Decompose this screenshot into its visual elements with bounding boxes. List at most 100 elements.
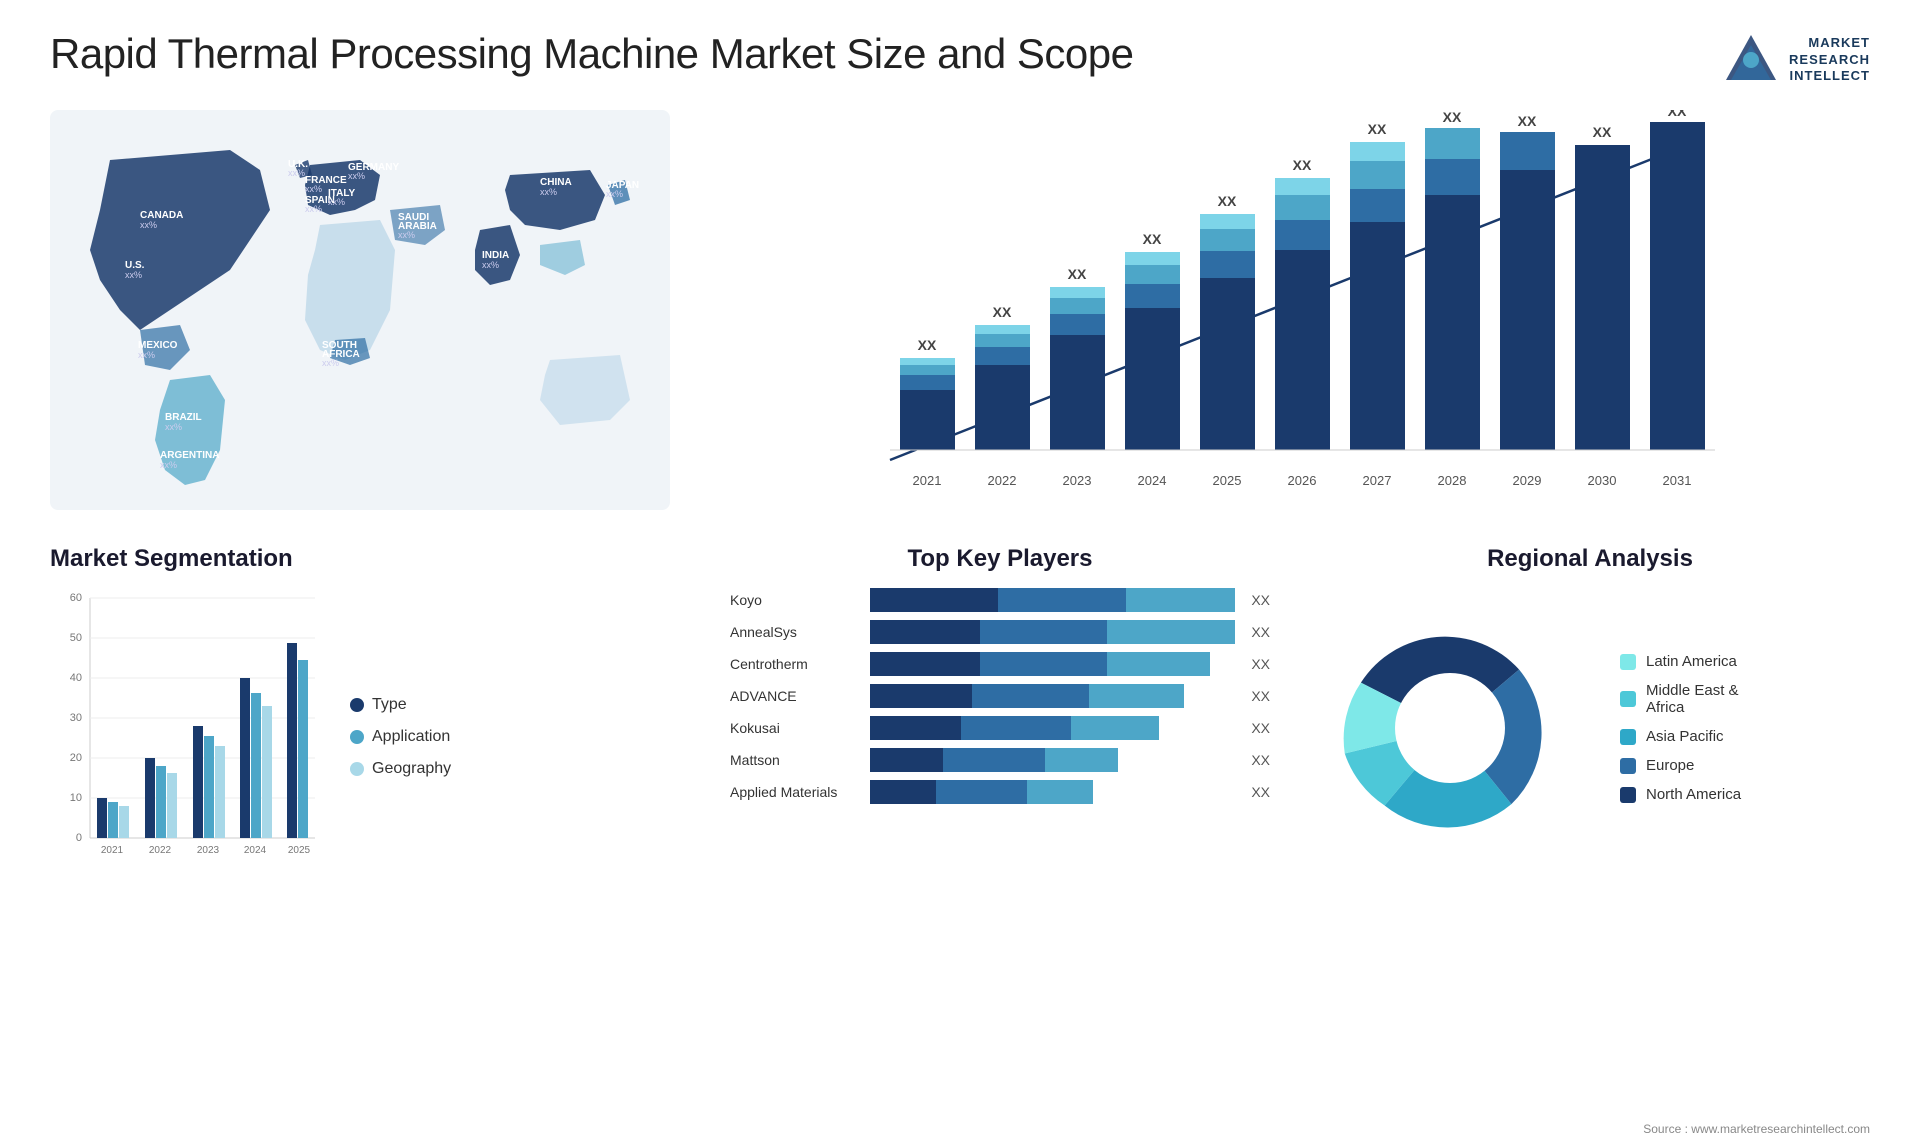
legend-dot-application bbox=[350, 730, 364, 744]
svg-text:xx%: xx% bbox=[540, 187, 557, 197]
regional-legend-dot-apac bbox=[1620, 729, 1636, 745]
svg-text:xx%: xx% bbox=[160, 460, 177, 470]
svg-text:2031: 2031 bbox=[1663, 473, 1692, 488]
regional-legend-dot-mea bbox=[1620, 691, 1636, 707]
bar-chart-svg: XX 2021 XX 2022 XX 2023 bbox=[690, 110, 1870, 510]
svg-text:2025: 2025 bbox=[288, 845, 311, 856]
svg-text:2029: 2029 bbox=[1513, 473, 1542, 488]
player-row-advance: ADVANCE XX bbox=[730, 684, 1270, 708]
legend-item-application: Application bbox=[350, 728, 490, 746]
player-bar-centrotherm bbox=[870, 652, 1235, 676]
svg-text:2022: 2022 bbox=[149, 845, 172, 856]
player-value-centrotherm: XX bbox=[1251, 656, 1270, 672]
regional-legend-label-mea: Middle East &Africa bbox=[1646, 682, 1739, 716]
svg-text:2028: 2028 bbox=[1438, 473, 1467, 488]
svg-text:xx%: xx% bbox=[125, 270, 142, 280]
svg-text:xx%: xx% bbox=[165, 422, 182, 432]
regional-legend-item-na: North America bbox=[1620, 786, 1741, 803]
page-title: Rapid Thermal Processing Machine Market … bbox=[50, 30, 1133, 78]
svg-text:xx%: xx% bbox=[322, 358, 339, 368]
regional-legend-item-europe: Europe bbox=[1620, 757, 1741, 774]
svg-text:2026: 2026 bbox=[1288, 473, 1317, 488]
svg-text:XX: XX bbox=[1218, 193, 1237, 209]
player-name-mattson: Mattson bbox=[730, 752, 860, 768]
svg-text:XX: XX bbox=[918, 337, 937, 353]
regional-legend-dot-na bbox=[1620, 787, 1636, 803]
svg-text:2030: 2030 bbox=[1588, 473, 1617, 488]
regional-legend-label-apac: Asia Pacific bbox=[1646, 728, 1724, 745]
regional-legend-dot-latin bbox=[1620, 654, 1636, 670]
player-name-kokusai: Kokusai bbox=[730, 720, 860, 736]
svg-text:30: 30 bbox=[70, 712, 82, 724]
bottom-row: Market Segmentation 0 10 20 30 40 5 bbox=[50, 545, 1870, 893]
seg-chart-container: 0 10 20 30 40 50 60 bbox=[50, 588, 330, 886]
segmentation-title: Market Segmentation bbox=[50, 545, 690, 573]
svg-text:XX: XX bbox=[1443, 110, 1462, 125]
player-value-applied-materials: XX bbox=[1251, 784, 1270, 800]
player-row-mattson: Mattson XX bbox=[730, 748, 1270, 772]
player-name-advance: ADVANCE bbox=[730, 688, 860, 704]
svg-text:xx%: xx% bbox=[305, 184, 322, 194]
player-bar-advance bbox=[870, 684, 1235, 708]
svg-text:2023: 2023 bbox=[197, 845, 220, 856]
svg-text:20: 20 bbox=[70, 752, 82, 764]
svg-text:XX: XX bbox=[1368, 121, 1387, 137]
player-row-koyo: Koyo XX bbox=[730, 588, 1270, 612]
player-value-koyo: XX bbox=[1251, 592, 1270, 608]
player-row-centrotherm: Centrotherm XX bbox=[730, 652, 1270, 676]
players-list: Koyo XX AnnealSys XX bbox=[730, 588, 1270, 804]
svg-text:2023: 2023 bbox=[1063, 473, 1092, 488]
svg-text:XX: XX bbox=[1293, 157, 1312, 173]
svg-text:2022: 2022 bbox=[988, 473, 1017, 488]
player-bar-mattson bbox=[870, 748, 1235, 772]
svg-text:0: 0 bbox=[76, 832, 82, 844]
svg-text:xx%: xx% bbox=[606, 189, 623, 199]
player-bar-annealsys bbox=[870, 620, 1235, 644]
svg-text:XX: XX bbox=[1518, 113, 1537, 129]
player-row-applied-materials: Applied Materials XX bbox=[730, 780, 1270, 804]
svg-text:2024: 2024 bbox=[1138, 473, 1167, 488]
svg-text:XX: XX bbox=[1068, 266, 1087, 282]
logo-text: MARKET RESEARCH INTELLECT bbox=[1789, 35, 1870, 86]
regional-inner: Latin America Middle East &Africa Asia P… bbox=[1310, 588, 1870, 868]
regional-title: Regional Analysis bbox=[1310, 545, 1870, 573]
svg-text:XX: XX bbox=[1143, 231, 1162, 247]
header: Rapid Thermal Processing Machine Market … bbox=[50, 30, 1870, 90]
svg-text:40: 40 bbox=[70, 672, 82, 684]
player-value-kokusai: XX bbox=[1251, 720, 1270, 736]
svg-text:xx%: xx% bbox=[328, 197, 345, 207]
donut-svg bbox=[1310, 588, 1590, 868]
regional-legend-label-latin: Latin America bbox=[1646, 653, 1737, 670]
svg-text:2021: 2021 bbox=[101, 845, 124, 856]
regional-legend: Latin America Middle East &Africa Asia P… bbox=[1620, 653, 1741, 803]
key-players-section: Top Key Players Koyo XX AnnealSys bbox=[710, 545, 1290, 893]
world-map-svg: CANADA xx% U.S. xx% MEXICO xx% BRAZIL xx… bbox=[50, 110, 670, 510]
svg-text:2027: 2027 bbox=[1363, 473, 1392, 488]
regional-legend-item-latin: Latin America bbox=[1620, 653, 1741, 670]
regional-legend-label-na: North America bbox=[1646, 786, 1741, 803]
legend-item-type: Type bbox=[350, 696, 490, 714]
svg-text:xx%: xx% bbox=[348, 171, 365, 181]
player-value-annealsys: XX bbox=[1251, 624, 1270, 640]
legend-item-geography: Geography bbox=[350, 760, 490, 778]
player-bar-applied-materials bbox=[870, 780, 1235, 804]
page-container: Rapid Thermal Processing Machine Market … bbox=[0, 0, 1920, 1146]
legend-dot-geography bbox=[350, 762, 364, 776]
world-map-section: CANADA xx% U.S. xx% MEXICO xx% BRAZIL xx… bbox=[50, 110, 670, 530]
regional-legend-item-mea: Middle East &Africa bbox=[1620, 682, 1741, 716]
regional-legend-dot-europe bbox=[1620, 758, 1636, 774]
player-bar-koyo bbox=[870, 588, 1235, 612]
player-value-advance: XX bbox=[1251, 688, 1270, 704]
svg-text:xx%: xx% bbox=[482, 260, 499, 270]
logo-icon bbox=[1721, 30, 1781, 90]
logo-container: MARKET RESEARCH INTELLECT bbox=[1721, 30, 1870, 90]
legend-dot-type bbox=[350, 698, 364, 712]
svg-text:xx%: xx% bbox=[138, 350, 155, 360]
regional-legend-label-europe: Europe bbox=[1646, 757, 1694, 774]
donut-container bbox=[1310, 588, 1590, 868]
svg-text:XX: XX bbox=[1668, 110, 1687, 119]
segmentation-inner: 0 10 20 30 40 50 60 bbox=[50, 588, 690, 886]
regional-section: Regional Analysis bbox=[1310, 545, 1870, 893]
segmentation-section: Market Segmentation 0 10 20 30 40 5 bbox=[50, 545, 690, 893]
svg-text:2024: 2024 bbox=[244, 845, 267, 856]
